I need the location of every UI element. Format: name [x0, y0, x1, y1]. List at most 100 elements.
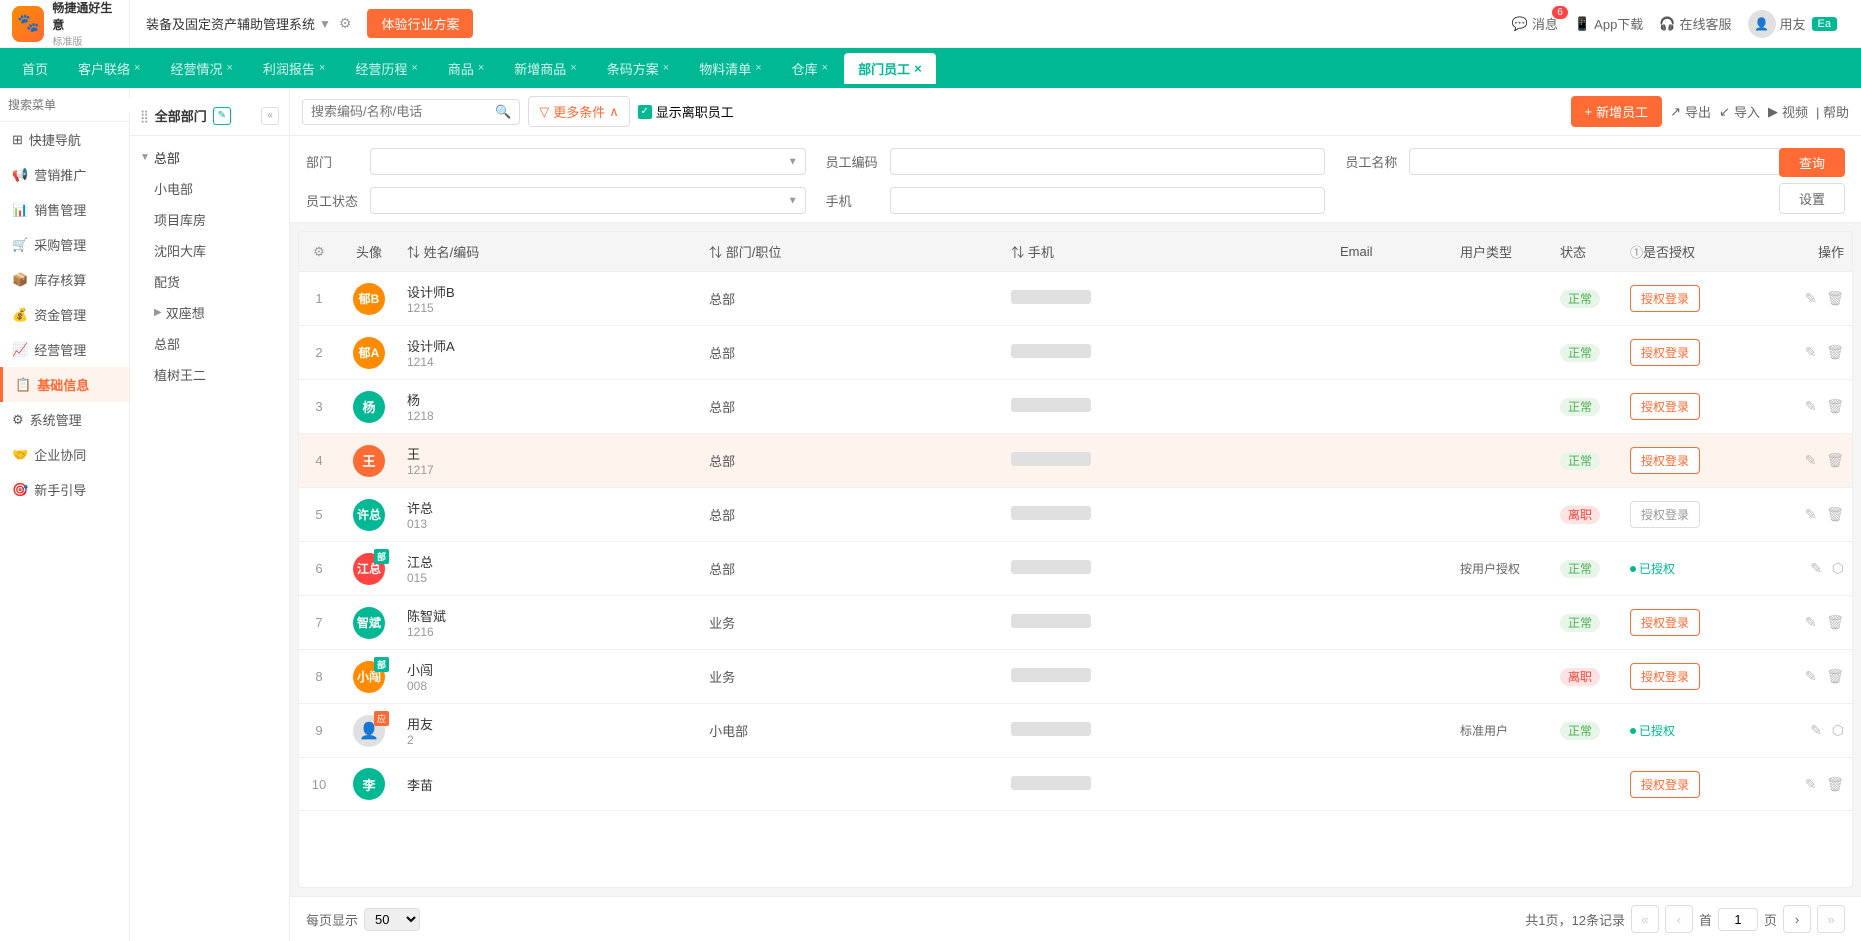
- edit-icon[interactable]: ✎: [1805, 452, 1817, 468]
- edit-icon[interactable]: ✎: [1805, 776, 1817, 792]
- delete-icon[interactable]: 🗑: [1826, 290, 1844, 306]
- export-btn[interactable]: ↗ 导出: [1670, 102, 1711, 121]
- page-prev-btn[interactable]: ‹: [1665, 905, 1693, 933]
- system-settings-icon[interactable]: ⚙: [339, 15, 352, 32]
- user-btn[interactable]: 👤 用友 Ea: [1748, 10, 1837, 38]
- query-btn[interactable]: 查询: [1779, 148, 1845, 177]
- more-filters-btn[interactable]: ▽ 更多条件 ∧: [528, 96, 630, 127]
- delete-icon[interactable]: 🗑: [1826, 776, 1844, 792]
- auth-btn[interactable]: 授权登录: [1630, 447, 1700, 474]
- experience-btn[interactable]: 体验行业方案: [367, 9, 473, 38]
- tab-customer[interactable]: 客户联络 ×: [64, 53, 154, 84]
- delete-icon[interactable]: 🗑: [1826, 668, 1844, 684]
- sidebar-item-biz-mgmt[interactable]: 📈 经营管理: [0, 332, 129, 367]
- system-dropdown-icon[interactable]: ▼: [319, 17, 331, 31]
- edit-icon[interactable]: ✎: [1805, 344, 1817, 360]
- emp-status-select[interactable]: 正常 离职: [370, 187, 806, 214]
- online-service-btn[interactable]: 🎧 在线客服: [1659, 14, 1731, 33]
- sidebar-item-basic-info[interactable]: 📋 基础信息: [0, 367, 129, 402]
- auth-btn-resigned[interactable]: 授权登录: [1630, 501, 1700, 528]
- show-resigned-checkbox[interactable]: ✓: [638, 105, 652, 119]
- tab-close-customer[interactable]: ×: [134, 62, 140, 74]
- search-input[interactable]: [311, 104, 491, 119]
- app-download-btn[interactable]: 📱 App下载: [1574, 14, 1643, 33]
- edit-icon[interactable]: ✎: [1805, 614, 1817, 630]
- auth-btn[interactable]: 授权登录: [1630, 339, 1700, 366]
- emp-code-input[interactable]: [890, 148, 1326, 175]
- sidebar-item-purchase[interactable]: 🛒 采购管理: [0, 227, 129, 262]
- tab-warehouse[interactable]: 仓库 ×: [778, 53, 842, 84]
- tab-close-warehouse[interactable]: ×: [822, 62, 828, 74]
- edit-icon[interactable]: ✎: [1805, 506, 1817, 522]
- view-btn[interactable]: ▶ 视频: [1768, 102, 1808, 121]
- tab-close-history[interactable]: ×: [411, 62, 417, 74]
- delete-icon[interactable]: 🗑: [1826, 398, 1844, 414]
- tab-close-dept-staff[interactable]: ×: [914, 61, 922, 76]
- help-btn[interactable]: | 帮助: [1816, 102, 1849, 121]
- sidebar-item-marketing[interactable]: 📢 营销推广: [0, 157, 129, 192]
- auth-btn[interactable]: 授权登录: [1630, 285, 1700, 312]
- edit-icon[interactable]: ✎: [1810, 722, 1822, 738]
- tab-bom[interactable]: 物料清单 ×: [685, 53, 775, 84]
- delete-icon[interactable]: 🗑: [1826, 506, 1844, 522]
- delete-icon[interactable]: 🗑: [1826, 614, 1844, 630]
- tab-barcode[interactable]: 条码方案 ×: [593, 53, 683, 84]
- tab-close-barcode[interactable]: ×: [663, 62, 669, 74]
- dept-collapse-icon[interactable]: «: [261, 107, 279, 125]
- auth-btn[interactable]: 授权登录: [1630, 393, 1700, 420]
- dept-select[interactable]: [370, 148, 806, 175]
- tab-close-goods[interactable]: ×: [478, 62, 484, 74]
- dept-node-peihuo[interactable]: 配货: [130, 266, 289, 297]
- page-next-btn[interactable]: ›: [1783, 905, 1811, 933]
- page-last-btn[interactable]: »: [1817, 905, 1845, 933]
- page-first-btn[interactable]: «: [1631, 905, 1659, 933]
- tab-close-new-goods[interactable]: ×: [570, 62, 576, 74]
- edit-icon[interactable]: ✎: [1805, 290, 1817, 306]
- show-resigned-filter[interactable]: ✓ 显示离职员工: [638, 102, 734, 121]
- dept-node-root[interactable]: ▼ 总部: [130, 142, 289, 173]
- edit-icon[interactable]: ✎: [1810, 560, 1822, 576]
- tab-close-operations[interactable]: ×: [226, 62, 232, 74]
- page-size-select[interactable]: 50 100: [364, 908, 420, 931]
- search-icon[interactable]: 🔍: [495, 104, 511, 120]
- add-employee-btn[interactable]: + 新增员工: [1571, 96, 1663, 127]
- dept-node-xiaodian[interactable]: 小电部: [130, 173, 289, 204]
- tab-dept-staff[interactable]: 部门员工 ×: [844, 53, 936, 84]
- tab-history[interactable]: 经营历程 ×: [341, 53, 431, 84]
- delete-icon[interactable]: 🗑: [1826, 452, 1844, 468]
- dept-node-project[interactable]: 项目库房: [130, 204, 289, 235]
- dept-node-shuangzuo[interactable]: ▶ 双座想: [130, 297, 289, 328]
- tab-goods[interactable]: 商品 ×: [434, 53, 498, 84]
- edit-icon[interactable]: ✎: [1805, 398, 1817, 414]
- sidebar-item-quick-nav[interactable]: ⊞ 快捷导航: [0, 122, 129, 157]
- delete-icon[interactable]: 🗑: [1826, 344, 1844, 360]
- set-btn[interactable]: 设置: [1779, 183, 1845, 214]
- sidebar-item-sales[interactable]: 📊 销售管理: [0, 192, 129, 227]
- auth-btn[interactable]: 授权登录: [1630, 609, 1700, 636]
- copy-icon[interactable]: ⬡: [1832, 560, 1844, 576]
- dept-node-zongbu[interactable]: 总部: [130, 328, 289, 359]
- edit-icon[interactable]: ✎: [1805, 668, 1817, 684]
- dept-node-zhishu[interactable]: 植树王二: [130, 359, 289, 390]
- tab-home[interactable]: 首页: [8, 53, 62, 84]
- page-input[interactable]: [1718, 908, 1758, 931]
- sidebar-item-finance[interactable]: 💰 资金管理: [0, 297, 129, 332]
- copy-icon-2[interactable]: ⬡: [1832, 722, 1844, 738]
- phone-input[interactable]: [890, 187, 1326, 214]
- import-btn[interactable]: ↙ 导入: [1719, 102, 1760, 121]
- dept-node-shenyang[interactable]: 沈阳大库: [130, 235, 289, 266]
- tab-profit[interactable]: 利润报告 ×: [249, 53, 339, 84]
- tab-operations[interactable]: 经营情况 ×: [156, 53, 246, 84]
- table-settings-icon[interactable]: ⚙: [313, 244, 325, 259]
- col-dept[interactable]: ⇅ 部门/职位: [701, 232, 1003, 272]
- message-btn[interactable]: 💬 消息 6: [1512, 14, 1558, 33]
- col-name[interactable]: ⇅ 姓名/编码: [399, 232, 701, 272]
- sidebar-item-system[interactable]: ⚙ 系统管理: [0, 402, 129, 437]
- auth-btn[interactable]: 授权登录: [1630, 663, 1700, 690]
- col-phone[interactable]: ⇅ 手机: [1003, 232, 1332, 272]
- sidebar-item-inventory[interactable]: 📦 库存核算: [0, 262, 129, 297]
- dept-edit-icon[interactable]: ✎: [213, 107, 231, 125]
- sidebar-item-enterprise[interactable]: 🤝 企业协同: [0, 437, 129, 472]
- auth-btn-row10[interactable]: 授权登录: [1630, 771, 1700, 798]
- sidebar-item-guide[interactable]: 🎯 新手引导: [0, 472, 129, 507]
